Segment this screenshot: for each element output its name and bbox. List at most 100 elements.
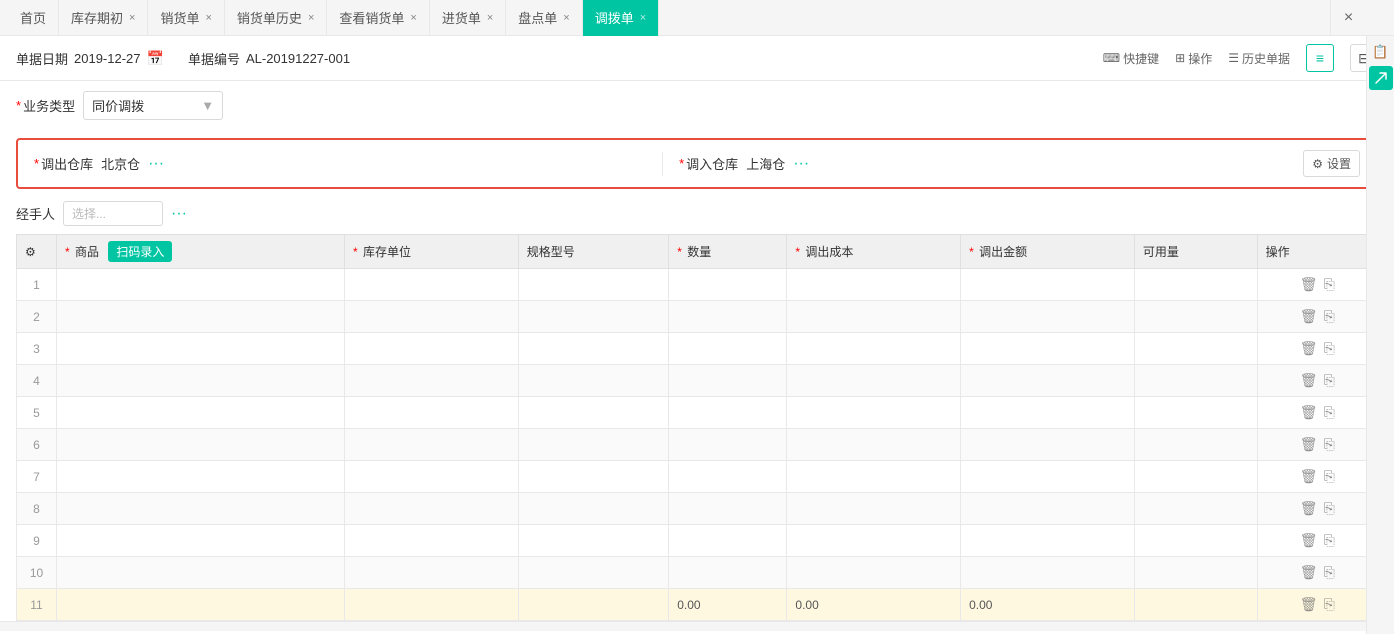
cell-amount[interactable]: 0.00	[961, 589, 1135, 621]
cell-amount[interactable]	[961, 493, 1135, 525]
scan-entry-button[interactable]: 扫码录入	[108, 241, 172, 262]
cell-amount[interactable]	[961, 301, 1135, 333]
cell-amount[interactable]	[961, 557, 1135, 589]
cell-quantity[interactable]	[669, 365, 787, 397]
cell-cost[interactable]	[787, 557, 961, 589]
cell-cost[interactable]	[787, 269, 961, 301]
cell-cost[interactable]	[787, 525, 961, 557]
cell-available	[1134, 589, 1257, 621]
bottom-scrollbar[interactable]	[0, 621, 1394, 631]
close-icon[interactable]: ×	[308, 12, 314, 24]
cell-quantity[interactable]	[669, 301, 787, 333]
cell-cost[interactable]	[787, 301, 961, 333]
cell-product[interactable]	[57, 525, 345, 557]
cell-amount[interactable]	[961, 397, 1135, 429]
calendar-icon[interactable]: 📅	[147, 50, 164, 67]
cell-product[interactable]	[57, 429, 345, 461]
delete-row-icon[interactable]: 🗑	[1300, 532, 1318, 549]
cell-quantity[interactable]	[669, 333, 787, 365]
delete-row-icon[interactable]: 🗑	[1300, 468, 1318, 485]
list-view-button[interactable]: ≡	[1306, 44, 1334, 72]
cell-amount[interactable]	[961, 429, 1135, 461]
shortcut-button[interactable]: ⌨ 快捷键	[1103, 50, 1159, 67]
business-type-select[interactable]: 同价调拨 ▼	[83, 91, 223, 120]
cell-quantity[interactable]	[669, 269, 787, 301]
cell-amount[interactable]	[961, 269, 1135, 301]
cell-amount[interactable]	[961, 333, 1135, 365]
cell-product[interactable]	[57, 461, 345, 493]
delete-row-icon[interactable]: 🗑	[1300, 564, 1318, 581]
cell-cost[interactable]	[787, 397, 961, 429]
close-icon[interactable]: ×	[487, 12, 493, 24]
delete-row-icon[interactable]: 🗑	[1300, 404, 1318, 421]
delete-row-icon[interactable]: 🗑	[1300, 308, 1318, 325]
copy-row-icon[interactable]: ⎘	[1324, 468, 1335, 485]
tab-purchase[interactable]: 进货单 ×	[430, 0, 506, 36]
cell-quantity[interactable]	[669, 397, 787, 429]
cell-cost[interactable]	[787, 461, 961, 493]
cell-quantity[interactable]	[669, 493, 787, 525]
cell-product[interactable]	[57, 269, 345, 301]
cell-amount[interactable]	[961, 461, 1135, 493]
delete-row-icon[interactable]: 🗑	[1300, 372, 1318, 389]
copy-row-icon[interactable]: ⎘	[1324, 308, 1335, 325]
cell-product[interactable]	[57, 493, 345, 525]
sidebar-note-icon[interactable]: 📋	[1369, 40, 1393, 64]
tab-sales-history[interactable]: 销货单历史 ×	[225, 0, 327, 36]
cell-product[interactable]	[57, 397, 345, 429]
delete-row-icon[interactable]: 🗑	[1300, 500, 1318, 517]
cell-product[interactable]	[57, 557, 345, 589]
cell-cost[interactable]	[787, 333, 961, 365]
copy-row-icon[interactable]: ⎘	[1324, 436, 1335, 453]
cell-product[interactable]	[57, 333, 345, 365]
cell-amount[interactable]	[961, 525, 1135, 557]
cell-quantity[interactable]	[669, 461, 787, 493]
tab-home[interactable]: 首页	[8, 0, 59, 36]
close-icon[interactable]: ×	[129, 12, 135, 24]
close-icon[interactable]: ×	[563, 12, 569, 24]
window-close-button[interactable]: ×	[1330, 0, 1366, 36]
copy-row-icon[interactable]: ⎘	[1324, 276, 1335, 293]
delete-row-icon[interactable]: 🗑	[1300, 276, 1318, 293]
table-container: ⚙ * 商品 扫码录入 * 库存单位 规格型号 * 数量	[0, 234, 1394, 621]
operate-button[interactable]: ⊞ 操作	[1175, 50, 1212, 67]
close-icon[interactable]: ×	[205, 12, 211, 24]
cell-quantity[interactable]	[669, 525, 787, 557]
delete-row-icon[interactable]: 🗑	[1300, 596, 1318, 613]
close-icon[interactable]: ×	[640, 12, 646, 24]
history-button[interactable]: ☰ 历史单据	[1228, 50, 1290, 67]
cell-quantity[interactable]	[669, 429, 787, 461]
cell-quantity[interactable]: 0.00	[669, 589, 787, 621]
cell-cost[interactable]: 0.00	[787, 589, 961, 621]
cell-amount[interactable]	[961, 365, 1135, 397]
cell-cost[interactable]	[787, 365, 961, 397]
copy-row-icon[interactable]: ⎘	[1324, 532, 1335, 549]
tab-view-sales[interactable]: 查看销货单 ×	[327, 0, 429, 36]
tab-sales-order[interactable]: 销货单 ×	[148, 0, 224, 36]
cell-product[interactable]	[57, 365, 345, 397]
copy-row-icon[interactable]: ⎘	[1324, 500, 1335, 517]
warehouse-out-more-button[interactable]: ···	[148, 155, 164, 173]
person-select[interactable]: 选择...	[63, 201, 163, 226]
delete-row-icon[interactable]: 🗑	[1300, 340, 1318, 357]
cell-cost[interactable]	[787, 493, 961, 525]
cell-product[interactable]	[57, 589, 345, 621]
cell-cost[interactable]	[787, 429, 961, 461]
copy-row-icon[interactable]: ⎘	[1324, 564, 1335, 581]
tab-inventory-init[interactable]: 库存期初 ×	[59, 0, 148, 36]
person-more-button[interactable]: ···	[171, 205, 187, 223]
cell-quantity[interactable]	[669, 557, 787, 589]
settings-button[interactable]: ⚙ 设置	[1303, 150, 1360, 177]
tab-transfer[interactable]: 调拨单 ×	[583, 0, 659, 36]
th-settings[interactable]: ⚙	[17, 235, 57, 269]
copy-row-icon[interactable]: ⎘	[1324, 596, 1335, 613]
delete-row-icon[interactable]: 🗑	[1300, 436, 1318, 453]
copy-row-icon[interactable]: ⎘	[1324, 340, 1335, 357]
sidebar-export-icon[interactable]	[1369, 66, 1393, 90]
warehouse-in-more-button[interactable]: ···	[793, 155, 809, 173]
copy-row-icon[interactable]: ⎘	[1324, 372, 1335, 389]
close-icon[interactable]: ×	[410, 12, 416, 24]
tab-stocktake[interactable]: 盘点单 ×	[506, 0, 582, 36]
cell-product[interactable]	[57, 301, 345, 333]
copy-row-icon[interactable]: ⎘	[1324, 404, 1335, 421]
